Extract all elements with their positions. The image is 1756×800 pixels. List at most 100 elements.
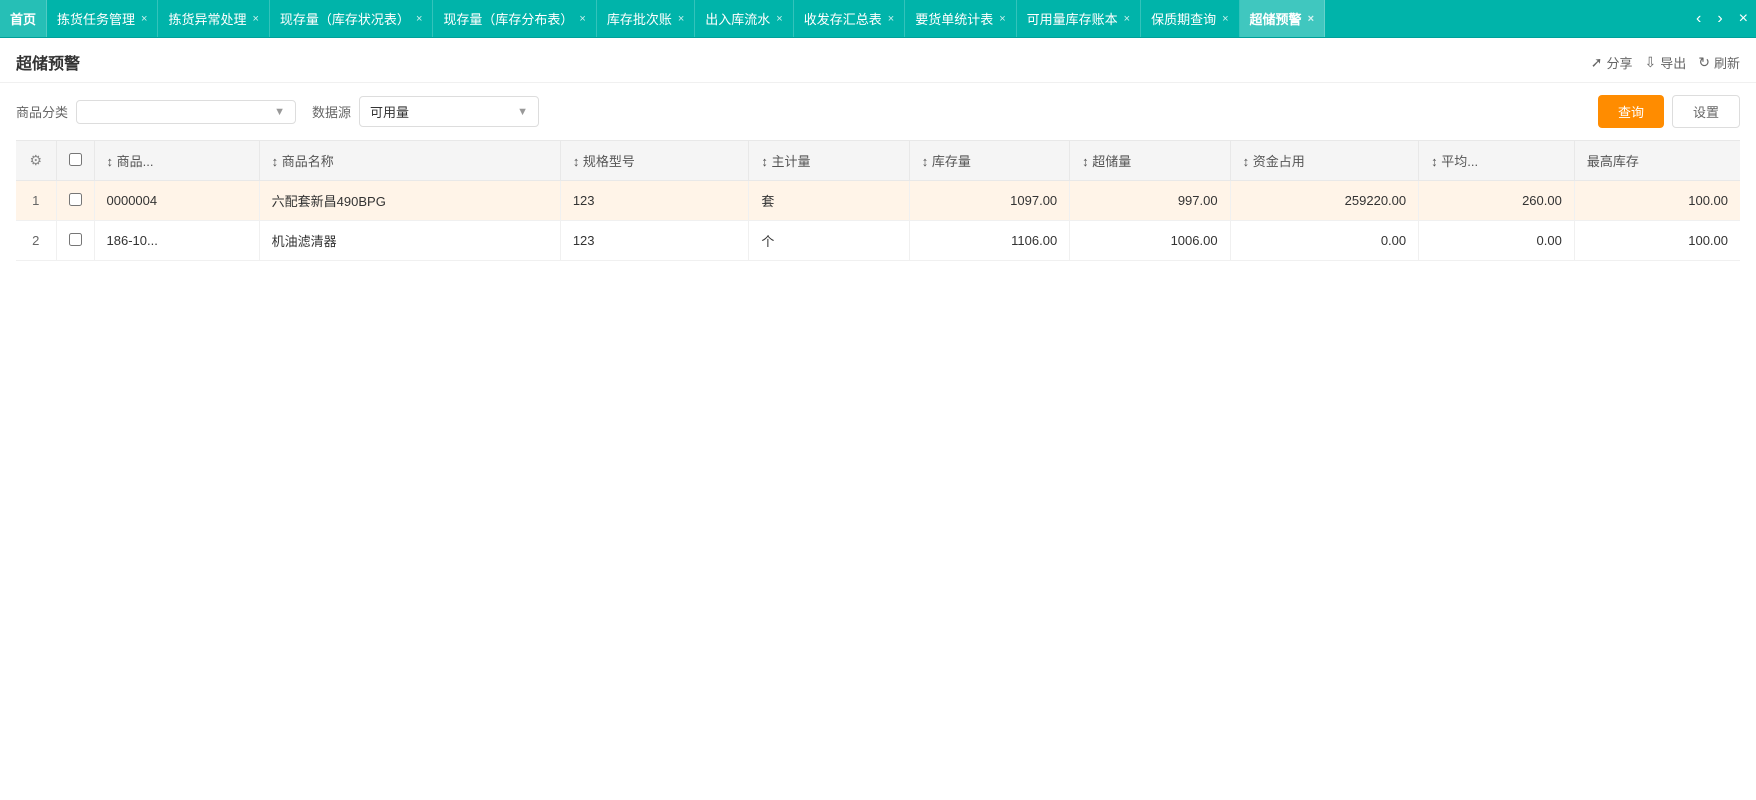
col-settings[interactable]: ⚙ (16, 141, 56, 181)
unit-cell: 套 (749, 181, 909, 221)
export-button[interactable]: ⇩ 导出 (1645, 53, 1687, 72)
top-navigation: 首页拣货任务管理×拣货异常处理×现存量（库存状况表）×现存量（库存分布表）×库存… (0, 0, 1756, 38)
nav-arrows: ‹ › × (1688, 0, 1756, 38)
close-tab-task-mgmt-icon[interactable]: × (141, 13, 147, 25)
close-tab-inout-flow-icon[interactable]: × (776, 13, 782, 25)
col-product-code-label: ↕ 商品... (107, 154, 154, 169)
row-checkbox-cell[interactable] (56, 181, 94, 221)
datasource-chevron-icon: ▼ (517, 106, 528, 118)
col-overstock-header[interactable]: ↕ 超储量 (1070, 141, 1230, 181)
col-overstock-label: ↕ 超储量 (1082, 154, 1131, 169)
share-icon: ➚ (1591, 54, 1603, 71)
export-icon: ⇩ (1645, 54, 1657, 71)
product-name-cell: 六配套新昌490BPG (259, 181, 560, 221)
product-code-cell: 0000004 (94, 181, 259, 221)
nav-right-arrow[interactable]: › (1709, 0, 1730, 38)
page-container: 超储预警 ➚ 分享 ⇩ 导出 ↻ 刷新 商品分类 ▼ 数据源 (0, 38, 1756, 800)
select-all-checkbox[interactable] (69, 153, 82, 166)
filter-bar: 商品分类 ▼ 数据源 可用量 ▼ 查询 设置 (0, 83, 1756, 140)
table-row[interactable]: 2186-10...机油滤清器123个1106.001006.000.000.0… (16, 221, 1740, 261)
overstock-cell: 1006.00 (1070, 221, 1230, 261)
nav-tab-task-mgmt[interactable]: 拣货任务管理× (47, 0, 158, 38)
product-name-cell: 机油滤清器 (259, 221, 560, 261)
datasource-select[interactable]: 可用量 ▼ (359, 96, 539, 127)
gear-icon[interactable]: ⚙ (29, 152, 42, 168)
page-title: 超储预警 (16, 50, 80, 74)
data-table-container: ⚙ ↕ 商品... ↕ 商品名称 ↕ 规格型号 ↕ 主计量 (0, 140, 1756, 261)
query-button[interactable]: 查询 (1598, 95, 1664, 128)
nav-tab-inventory-dist[interactable]: 现存量（库存分布表）× (433, 0, 596, 38)
nav-tab-inout-flow[interactable]: 出入库流水× (695, 0, 793, 38)
close-tab-receive-send-icon[interactable]: × (888, 13, 894, 25)
spec-cell: 123 (560, 181, 749, 221)
stock-cell: 1097.00 (909, 181, 1069, 221)
capital-occupied-cell: 259220.00 (1230, 181, 1419, 221)
capital-occupied-cell: 0.00 (1230, 221, 1419, 261)
col-unit-header[interactable]: ↕ 主计量 (749, 141, 909, 181)
stock-cell: 1106.00 (909, 221, 1069, 261)
overstock-cell: 997.00 (1070, 181, 1230, 221)
col-checkbox[interactable] (56, 141, 94, 181)
col-product-name-header[interactable]: ↕ 商品名称 (259, 141, 560, 181)
datasource-filter: 数据源 可用量 ▼ (312, 96, 539, 127)
unit-cell: 个 (749, 221, 909, 261)
datasource-value: 可用量 (370, 102, 409, 121)
col-product-name-label: ↕ 商品名称 (272, 154, 334, 169)
nav-tab-quality-check[interactable]: 保质期查询× (1141, 0, 1239, 38)
category-filter: 商品分类 ▼ (16, 100, 296, 124)
row-index: 1 (16, 181, 56, 221)
row-checkbox-cell[interactable] (56, 221, 94, 261)
nav-tab-batch[interactable]: 库存批次账× (597, 0, 695, 38)
filter-actions: 查询 设置 (1598, 95, 1740, 128)
table-header-row: ⚙ ↕ 商品... ↕ 商品名称 ↕ 规格型号 ↕ 主计量 (16, 141, 1740, 181)
datasource-label: 数据源 (312, 102, 351, 121)
col-product-code-header[interactable]: ↕ 商品... (94, 141, 259, 181)
col-avg-label: ↕ 平均... (1431, 154, 1478, 169)
table-body: 1 0000004六配套新昌490BPG123套1097.00997.002592… (16, 181, 1740, 261)
max-stock-cell: 100.00 (1574, 181, 1740, 221)
close-tab-quality-check-icon[interactable]: × (1222, 13, 1228, 25)
row-checkbox[interactable] (69, 233, 82, 246)
nav-tab-inventory-status[interactable]: 现存量（库存状况表）× (270, 0, 433, 38)
close-tab-abnormal-icon[interactable]: × (252, 13, 258, 25)
col-spec-header[interactable]: ↕ 规格型号 (560, 141, 749, 181)
product-code-cell: 186-10... (94, 221, 259, 261)
col-max-stock-header[interactable]: 最高库存 (1574, 141, 1740, 181)
col-max-stock-label: 最高库存 (1587, 154, 1639, 169)
avg-cell: 260.00 (1419, 181, 1575, 221)
close-tab-overstock-warning-icon[interactable]: × (1308, 13, 1314, 25)
close-tab-order-count-icon[interactable]: × (999, 13, 1005, 25)
nav-tab-home[interactable]: 首页 (0, 0, 47, 38)
nav-tab-order-count[interactable]: 要货单统计表× (905, 0, 1016, 38)
nav-tab-abnormal[interactable]: 拣货异常处理× (158, 0, 269, 38)
table-row[interactable]: 1 0000004六配套新昌490BPG123套1097.00997.002592… (16, 181, 1740, 221)
close-tab-batch-icon[interactable]: × (678, 13, 684, 25)
category-select[interactable]: ▼ (76, 100, 296, 124)
share-button[interactable]: ➚ 分享 (1591, 53, 1633, 72)
close-tab-inventory-dist-icon[interactable]: × (579, 13, 585, 25)
avg-cell: 0.00 (1419, 221, 1575, 261)
refresh-button[interactable]: ↻ 刷新 (1698, 53, 1740, 72)
col-capital-label: ↕ 资金占用 (1243, 154, 1305, 169)
close-tab-inventory-status-icon[interactable]: × (416, 13, 422, 25)
spec-cell: 123 (560, 221, 749, 261)
col-spec-label: ↕ 规格型号 (573, 154, 635, 169)
nav-tab-receive-send[interactable]: 收发存汇总表× (794, 0, 905, 38)
col-stock-header[interactable]: ↕ 库存量 (909, 141, 1069, 181)
refresh-icon: ↻ (1698, 54, 1710, 71)
settings-button[interactable]: 设置 (1672, 95, 1740, 128)
nav-tab-available-ledger[interactable]: 可用量库存账本× (1017, 0, 1141, 38)
col-stock-label: ↕ 库存量 (922, 154, 971, 169)
col-capital-header[interactable]: ↕ 资金占用 (1230, 141, 1419, 181)
col-avg-header[interactable]: ↕ 平均... (1419, 141, 1575, 181)
page-actions: ➚ 分享 ⇩ 导出 ↻ 刷新 (1591, 53, 1740, 72)
max-stock-cell: 100.00 (1574, 221, 1740, 261)
category-label: 商品分类 (16, 102, 68, 121)
data-table: ⚙ ↕ 商品... ↕ 商品名称 ↕ 规格型号 ↕ 主计量 (16, 140, 1740, 261)
close-tab-available-ledger-icon[interactable]: × (1124, 13, 1130, 25)
nav-tab-overstock-warning[interactable]: 超储预警× (1240, 0, 1325, 38)
nav-close-arrow[interactable]: × (1731, 0, 1756, 38)
category-chevron-icon: ▼ (274, 106, 285, 118)
row-checkbox[interactable] (69, 193, 82, 206)
nav-left-arrow[interactable]: ‹ (1688, 0, 1709, 38)
